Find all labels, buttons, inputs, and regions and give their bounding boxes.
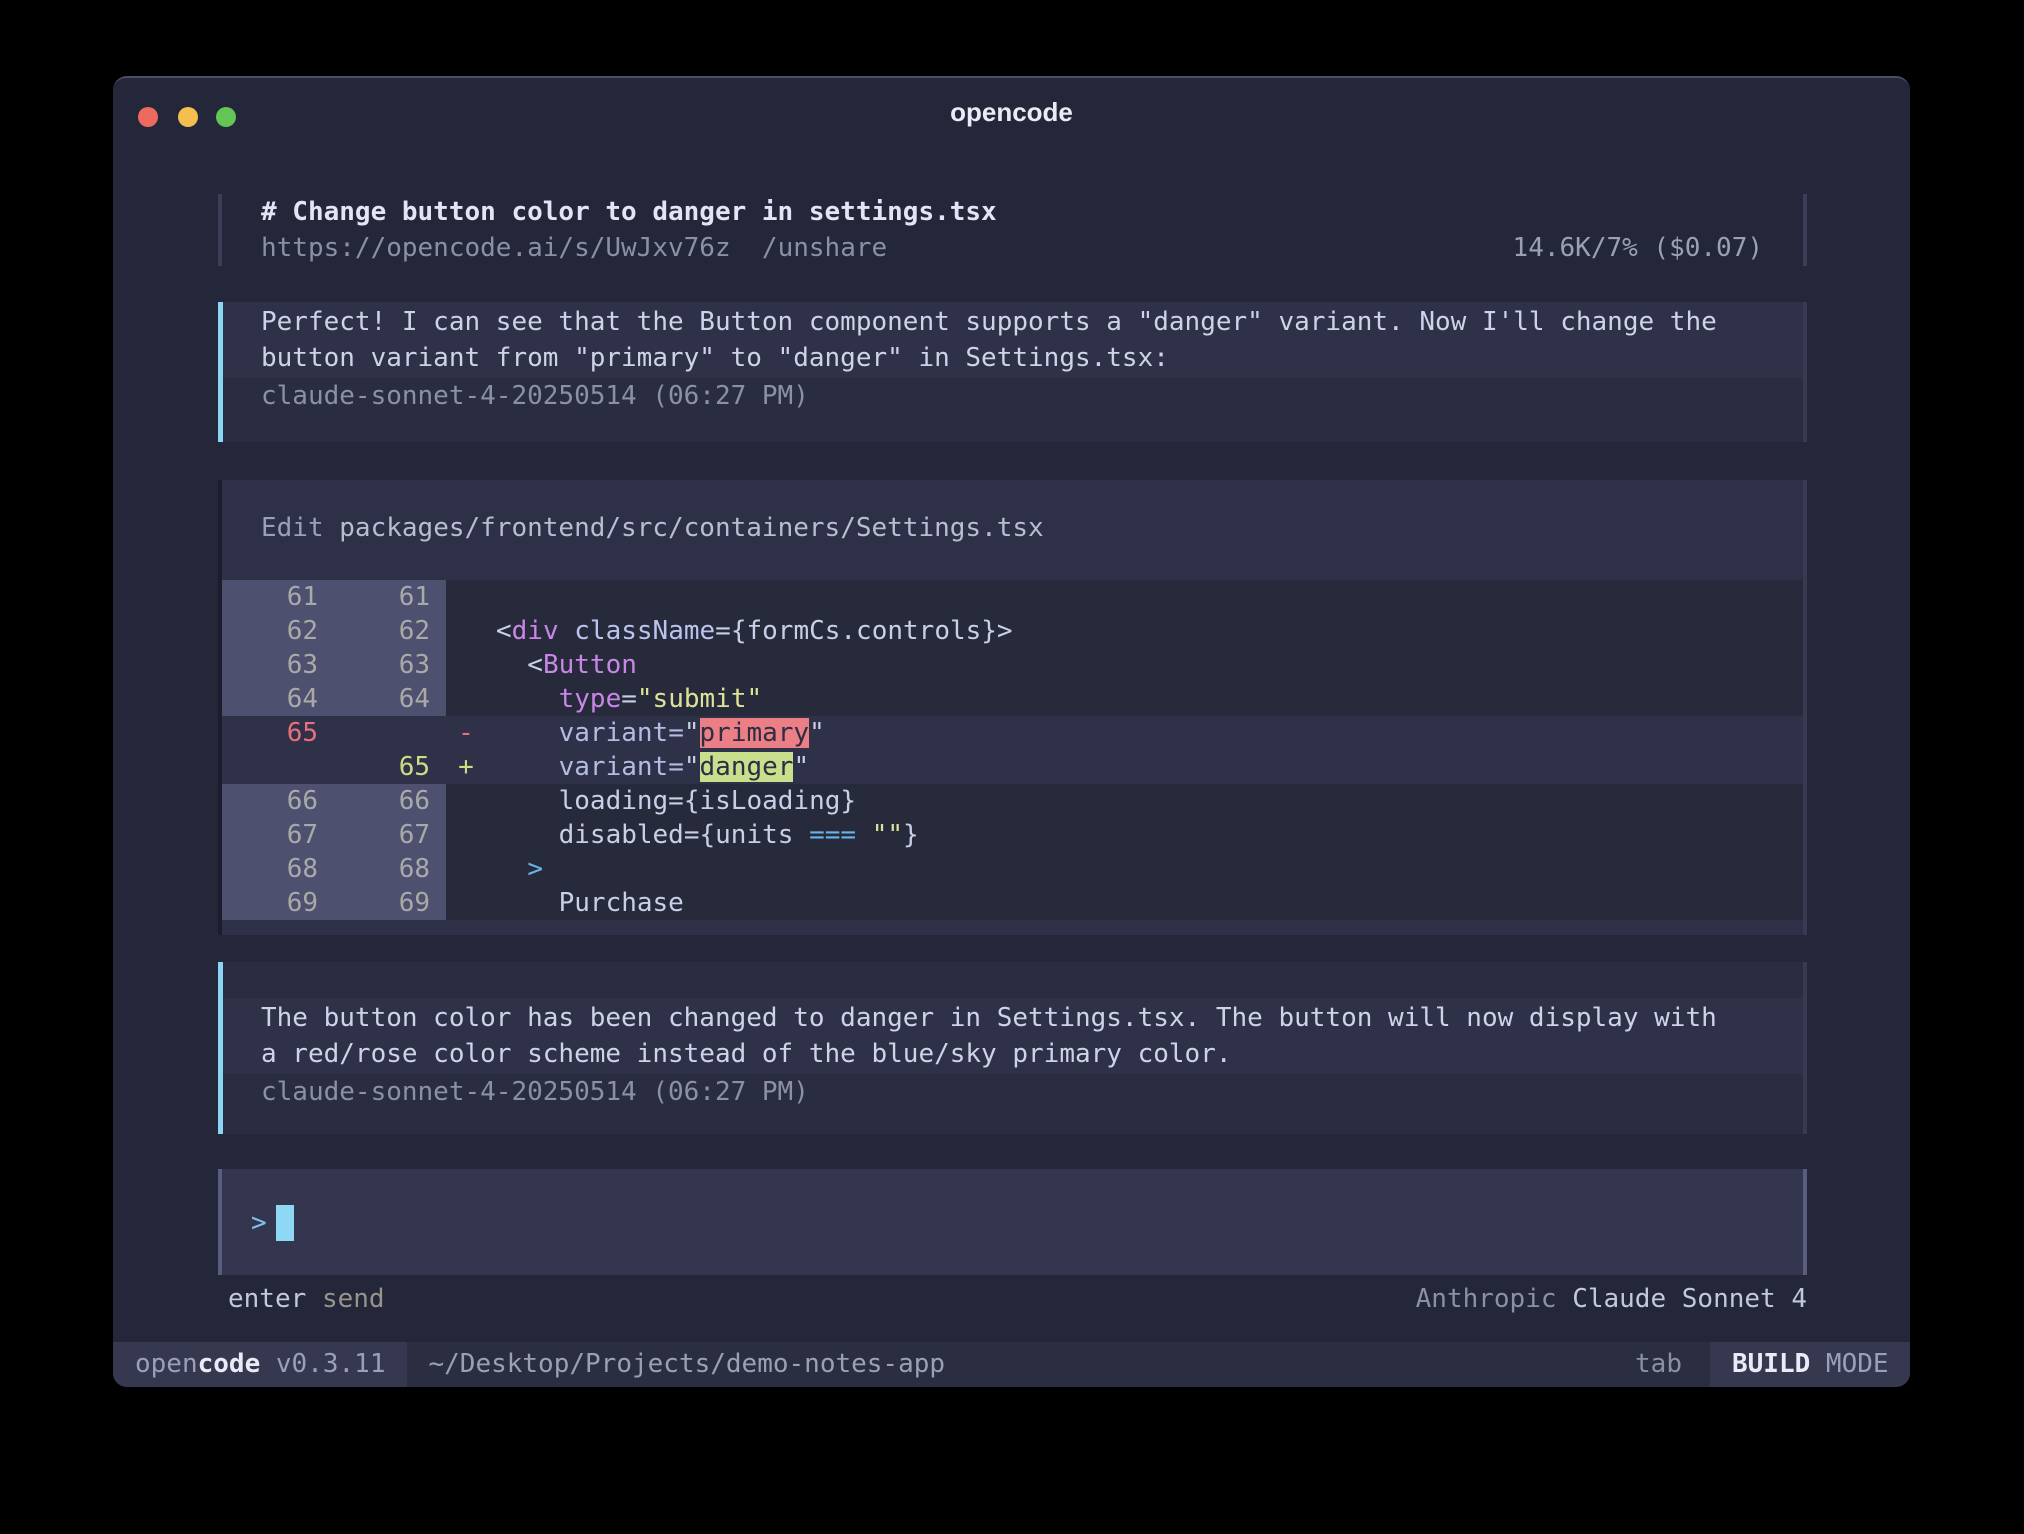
message-line: The button color has been changed to dan…	[223, 1000, 1803, 1036]
mode-badge: BUILD MODE	[1710, 1342, 1910, 1387]
assistant-message: The button color has been changed to dan…	[218, 962, 1807, 1134]
working-directory: ~/Desktop/Projects/demo-notes-app	[407, 1342, 1635, 1387]
edit-tool-call: Edit packages/frontend/src/containers/Se…	[218, 480, 1807, 935]
diff-marker	[446, 648, 486, 682]
app-name-open: open	[135, 1349, 198, 1379]
diff-marker	[446, 852, 486, 886]
new-line-number: 62	[334, 614, 446, 648]
old-line-number	[222, 750, 334, 784]
old-line-number: 67	[222, 818, 334, 852]
enter-key-hint: enter	[228, 1284, 306, 1314]
text-cursor	[276, 1205, 294, 1241]
diff-row: 6868 >	[222, 852, 1803, 886]
message-paragraph: The button color has been changed to dan…	[223, 998, 1803, 1074]
diff-marker	[446, 614, 486, 648]
message-meta: claude-sonnet-4-20250514 (06:27 PM)	[223, 378, 1803, 414]
code-line: <Button	[486, 648, 1803, 682]
message-line: button variant from "primary" to "danger…	[223, 340, 1803, 376]
new-line-number: 68	[334, 852, 446, 886]
terminal-window: opencode # Change button color to danger…	[113, 76, 1910, 1387]
diff-marker	[446, 580, 486, 614]
code-line: >	[486, 852, 1803, 886]
app-version-segment: opencode v0.3.11	[113, 1342, 407, 1387]
new-line-number: 65	[334, 750, 446, 784]
old-line-number: 61	[222, 580, 334, 614]
diff-marker: -	[446, 716, 486, 750]
old-line-number: 66	[222, 784, 334, 818]
old-line-number: 69	[222, 886, 334, 920]
app-version: v0.3.11	[260, 1349, 385, 1379]
new-line-number: 63	[334, 648, 446, 682]
session-header: # Change button color to danger in setti…	[218, 194, 1807, 266]
diff-marker: +	[446, 750, 486, 784]
hint-gap	[306, 1284, 322, 1314]
send-hint: enter send	[228, 1281, 385, 1317]
code-line: disabled={units === ""}	[486, 818, 1803, 852]
send-action-hint: send	[322, 1284, 385, 1314]
old-line-number: 63	[222, 648, 334, 682]
old-line-number: 64	[222, 682, 334, 716]
session-title: # Change button color to danger in setti…	[261, 194, 1803, 230]
prompt-symbol: >	[251, 1205, 267, 1241]
old-line-number: 65	[222, 716, 334, 750]
model-indicator: Anthropic Claude Sonnet 4	[1416, 1281, 1807, 1317]
old-line-number: 68	[222, 852, 334, 886]
diff-row: 6363 <Button	[222, 648, 1803, 682]
diff-row: 65+ variant="danger"	[222, 750, 1803, 784]
message-meta: claude-sonnet-4-20250514 (06:27 PM)	[223, 1074, 1803, 1110]
new-line-number: 66	[334, 784, 446, 818]
code-line: Purchase	[486, 886, 1803, 920]
mode-suffix: MODE	[1810, 1349, 1888, 1379]
diff-row: 6767 disabled={units === ""}	[222, 818, 1803, 852]
status-bar: opencode v0.3.11 ~/Desktop/Projects/demo…	[113, 1342, 1910, 1387]
code-line	[486, 580, 1803, 614]
diff-view: 61616262 <div className={formCs.controls}…	[222, 580, 1803, 920]
model-label: Claude Sonnet 4	[1572, 1284, 1807, 1314]
share-url-gap	[731, 233, 762, 263]
tool-file-path: packages/frontend/src/containers/Setting…	[339, 513, 1043, 543]
window-title: opencode	[113, 97, 1910, 128]
new-line-number: 69	[334, 886, 446, 920]
message-line: Perfect! I can see that the Button compo…	[223, 304, 1803, 340]
code-line: <div className={formCs.controls}>	[486, 614, 1803, 648]
diff-marker	[446, 784, 486, 818]
diff-marker	[446, 818, 486, 852]
provider-label: Anthropic	[1416, 1284, 1573, 1314]
diff-row: 6666 loading={isLoading}	[222, 784, 1803, 818]
hint-row: enter send Anthropic Claude Sonnet 4	[228, 1281, 1807, 1317]
share-url[interactable]: https://opencode.ai/s/UwJxv76z	[261, 233, 731, 263]
message-paragraph: Perfect! I can see that the Button compo…	[223, 302, 1803, 378]
message-line: a red/rose color scheme instead of the b…	[223, 1036, 1803, 1072]
mode-name: BUILD	[1732, 1349, 1810, 1379]
diff-row: 6464 type="submit"	[222, 682, 1803, 716]
diff-row: 6969 Purchase	[222, 886, 1803, 920]
code-line: type="submit"	[486, 682, 1803, 716]
new-line-number: 64	[334, 682, 446, 716]
unshare-command: /unshare	[762, 233, 887, 263]
window-titlebar: opencode	[113, 78, 1910, 150]
old-line-number: 62	[222, 614, 334, 648]
diff-row: 6161	[222, 580, 1803, 614]
prompt-line: >	[251, 1205, 1803, 1241]
code-line: loading={isLoading}	[486, 784, 1803, 818]
code-line: variant="danger"	[486, 750, 1803, 784]
tool-action-label: Edit	[261, 513, 339, 543]
diff-marker	[446, 886, 486, 920]
new-line-number: 67	[334, 818, 446, 852]
new-line-number	[334, 716, 446, 750]
code-line: variant="primary"	[486, 716, 1803, 750]
new-line-number: 61	[334, 580, 446, 614]
diff-row: 65 - variant="primary"	[222, 716, 1803, 750]
diff-marker	[446, 682, 486, 716]
assistant-message: Perfect! I can see that the Button compo…	[218, 302, 1807, 442]
token-cost-stats: 14.6K/7% ($0.07)	[1513, 230, 1763, 266]
diff-row: 6262 <div className={formCs.controls}>	[222, 614, 1803, 648]
tab-key-hint[interactable]: tab	[1635, 1342, 1710, 1387]
app-name-code: code	[198, 1349, 261, 1379]
tool-header: Edit packages/frontend/src/containers/Se…	[222, 510, 1803, 546]
prompt-input[interactable]: >	[218, 1169, 1807, 1275]
